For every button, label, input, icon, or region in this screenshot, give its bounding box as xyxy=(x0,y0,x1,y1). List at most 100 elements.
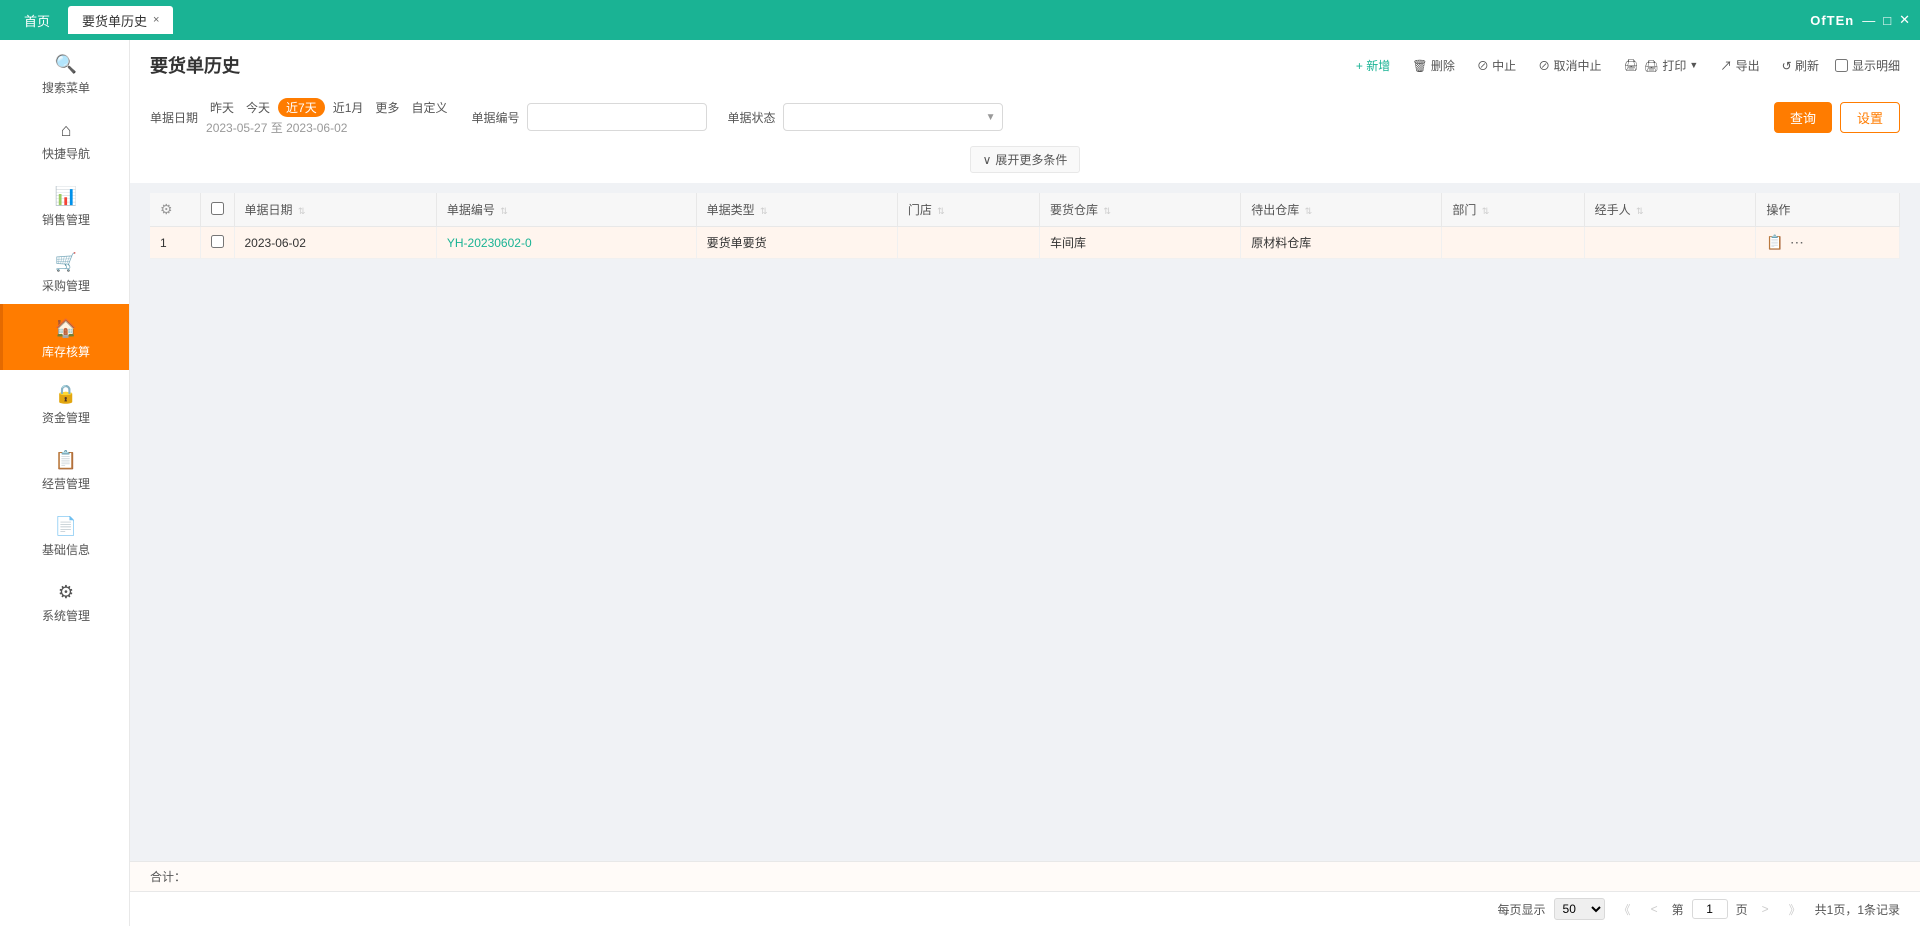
sort-icon[interactable]: ⇅ xyxy=(937,206,945,216)
col-doc-number-header: 单据编号 ⇅ xyxy=(436,193,696,227)
sort-icon[interactable]: ⇅ xyxy=(1482,206,1490,216)
sidebar-item-finance[interactable]: 🔒 资金管理 xyxy=(0,370,129,436)
first-page-btn[interactable]: 《 xyxy=(1613,899,1637,920)
table-settings-icon[interactable]: ⚙ xyxy=(160,201,173,217)
refresh-button[interactable]: ↺ 刷新 xyxy=(1776,53,1825,78)
sidebar-item-label: 库存核算 xyxy=(42,343,90,360)
sidebar-item-search[interactable]: 🔍 搜索菜单 xyxy=(0,40,129,106)
maximize-icon[interactable]: □ xyxy=(1883,13,1891,28)
toolbar: + 新增 🗑 删除 ⊘ 中止 ⊘ 取消中止 🖨 🖨 打印 ▼ ↗ 导出 ↺ 刷新… xyxy=(1350,53,1900,78)
sort-icon[interactable]: ⇅ xyxy=(1636,206,1644,216)
per-page-select[interactable]: 50 10 20 100 xyxy=(1554,898,1605,920)
col-checkbox-header xyxy=(200,193,234,227)
col-handler-header: 经手人 ⇅ xyxy=(1584,193,1756,227)
search-btn-group: 查询 设置 xyxy=(1774,102,1900,133)
sales-icon: 📊 xyxy=(55,186,77,207)
cancel-stop-button[interactable]: ⊘ 取消中止 xyxy=(1532,53,1607,78)
tab-close-icon[interactable]: × xyxy=(153,14,159,26)
sidebar-item-inventory[interactable]: 🏠 库存核算 xyxy=(0,304,129,370)
page-prefix-label: 第 xyxy=(1672,901,1684,918)
close-icon[interactable]: ✕ xyxy=(1899,12,1910,28)
tab-home[interactable]: 首页 xyxy=(10,6,64,34)
system-icon: ⚙ xyxy=(58,582,74,603)
select-all-checkbox[interactable] xyxy=(211,202,224,215)
pagination-summary: 共1页，1条记录 xyxy=(1815,901,1900,918)
minimize-icon[interactable]: — xyxy=(1862,13,1875,28)
sort-icon[interactable]: ⇅ xyxy=(500,206,508,216)
display-detail-toggle[interactable]: 显示明细 xyxy=(1835,57,1900,74)
row-checkbox[interactable] xyxy=(211,235,224,248)
export-button[interactable]: ↗ 导出 xyxy=(1714,53,1765,78)
add-button[interactable]: + 新增 xyxy=(1350,53,1396,78)
prev-page-btn[interactable]: < xyxy=(1645,900,1664,918)
date-btn-custom[interactable]: 自定义 xyxy=(407,98,451,117)
brand-logo: OfTEn xyxy=(1810,13,1854,28)
sidebar-item-label: 快捷导航 xyxy=(42,145,90,162)
date-filter-group: 单据日期 昨天 今天 近7天 近1月 更多 自定义 2023-05-27 至 2… xyxy=(150,98,451,136)
sidebar-item-basic-info[interactable]: 📄 基础信息 xyxy=(0,502,129,568)
sidebar-item-purchase[interactable]: 🛒 采购管理 xyxy=(0,238,129,304)
date-btn-more[interactable]: 更多 xyxy=(371,98,403,117)
sidebar-item-label: 经营管理 xyxy=(42,475,90,492)
doc-status-filter-group: 单据状态 ▼ xyxy=(727,103,1003,131)
sidebar-item-system[interactable]: ⚙ 系统管理 xyxy=(0,568,129,634)
date-btn-today[interactable]: 今天 xyxy=(242,98,274,117)
col-req-warehouse-header: 要货仓库 ⇅ xyxy=(1040,193,1241,227)
filter-row-1: 单据日期 昨天 今天 近7天 近1月 更多 自定义 2023-05-27 至 2… xyxy=(150,98,1900,136)
doc-status-label: 单据状态 xyxy=(727,109,775,126)
date-filter-options: 昨天 今天 近7天 近1月 更多 自定义 xyxy=(206,98,451,117)
per-page-label: 每页显示 xyxy=(1498,901,1546,918)
sidebar: 🔍 搜索菜单 ⌂ 快捷导航 📊 销售管理 🛒 采购管理 🏠 库存核算 🔒 资金管… xyxy=(0,40,130,926)
search-button[interactable]: 查询 xyxy=(1774,102,1832,133)
doc-status-select[interactable] xyxy=(783,103,1003,131)
more-icon[interactable]: ⋯ xyxy=(1790,234,1804,251)
date-btn-1month[interactable]: 近1月 xyxy=(329,98,368,117)
tab-requisition-history[interactable]: 要货单历史 × xyxy=(68,6,173,34)
print-dropdown-icon[interactable]: ▼ xyxy=(1689,60,1698,70)
data-table: ⚙ 单据日期 ⇅ 单据编号 ⇅ xyxy=(150,193,1900,259)
sidebar-item-label: 基础信息 xyxy=(42,541,90,558)
date-btn-yesterday[interactable]: 昨天 xyxy=(206,98,238,117)
col-settings-header: ⚙ xyxy=(150,193,200,227)
sidebar-item-quick-nav[interactable]: ⌂ 快捷导航 xyxy=(0,106,129,172)
table-footer: 合计： xyxy=(130,861,1920,891)
sidebar-item-operations[interactable]: 📋 经营管理 xyxy=(0,436,129,502)
expand-more-container: ∨ 展开更多条件 xyxy=(150,142,1900,173)
delete-button[interactable]: 🗑 删除 xyxy=(1406,53,1461,78)
main-layout: 🔍 搜索菜单 ⌂ 快捷导航 📊 销售管理 🛒 采购管理 🏠 库存核算 🔒 资金管… xyxy=(0,40,1920,926)
total-label: 合计： xyxy=(150,868,186,885)
doc-number-label: 单据编号 xyxy=(471,109,519,126)
doc-status-select-container: ▼ xyxy=(783,103,1003,131)
next-page-btn[interactable]: > xyxy=(1756,900,1775,918)
chevron-down-icon: ∨ xyxy=(983,153,992,167)
expand-more-button[interactable]: ∨ 展开更多条件 xyxy=(970,146,1081,173)
sidebar-item-sales[interactable]: 📊 销售管理 xyxy=(0,172,129,238)
sort-icon[interactable]: ⇅ xyxy=(760,206,768,216)
cell-doc-number: YH-20230602-0 xyxy=(436,227,696,259)
print-button[interactable]: 🖨 🖨 打印 ▼ xyxy=(1618,53,1705,78)
current-page-input[interactable] xyxy=(1692,899,1728,919)
date-range-display: 2023-05-27 至 2023-06-02 xyxy=(206,119,451,136)
date-btn-7days[interactable]: 近7天 xyxy=(278,98,325,117)
cell-doc-date: 2023-06-02 xyxy=(234,227,436,259)
sort-icon[interactable]: ⇅ xyxy=(1305,206,1313,216)
last-page-btn[interactable]: 》 xyxy=(1783,899,1807,920)
cell-action: 📋 ⋯ xyxy=(1756,227,1900,259)
home-icon: ⌂ xyxy=(61,120,72,141)
col-store-header: 门店 ⇅ xyxy=(897,193,1039,227)
sort-icon[interactable]: ⇅ xyxy=(298,206,306,216)
sort-icon[interactable]: ⇅ xyxy=(1103,206,1111,216)
settings-button[interactable]: 设置 xyxy=(1840,102,1900,133)
basic-info-icon: 📄 xyxy=(55,516,77,537)
doc-number-link[interactable]: YH-20230602-0 xyxy=(447,236,532,250)
filter-area: 单据日期 昨天 今天 近7天 近1月 更多 自定义 2023-05-27 至 2… xyxy=(130,88,1920,183)
col-doc-date-header: 单据日期 ⇅ xyxy=(234,193,436,227)
sidebar-item-label: 资金管理 xyxy=(42,409,90,426)
date-filter-label: 单据日期 xyxy=(150,109,198,126)
stop-button[interactable]: ⊘ 中止 xyxy=(1471,53,1522,78)
tab-bar: 首页 要货单历史 × OfTEn — □ ✕ xyxy=(0,0,1920,40)
doc-number-input[interactable] xyxy=(527,103,707,131)
edit-icon[interactable]: 📋 xyxy=(1766,234,1783,251)
display-detail-checkbox[interactable] xyxy=(1835,59,1848,72)
print-icon: 🖨 xyxy=(1624,58,1639,72)
